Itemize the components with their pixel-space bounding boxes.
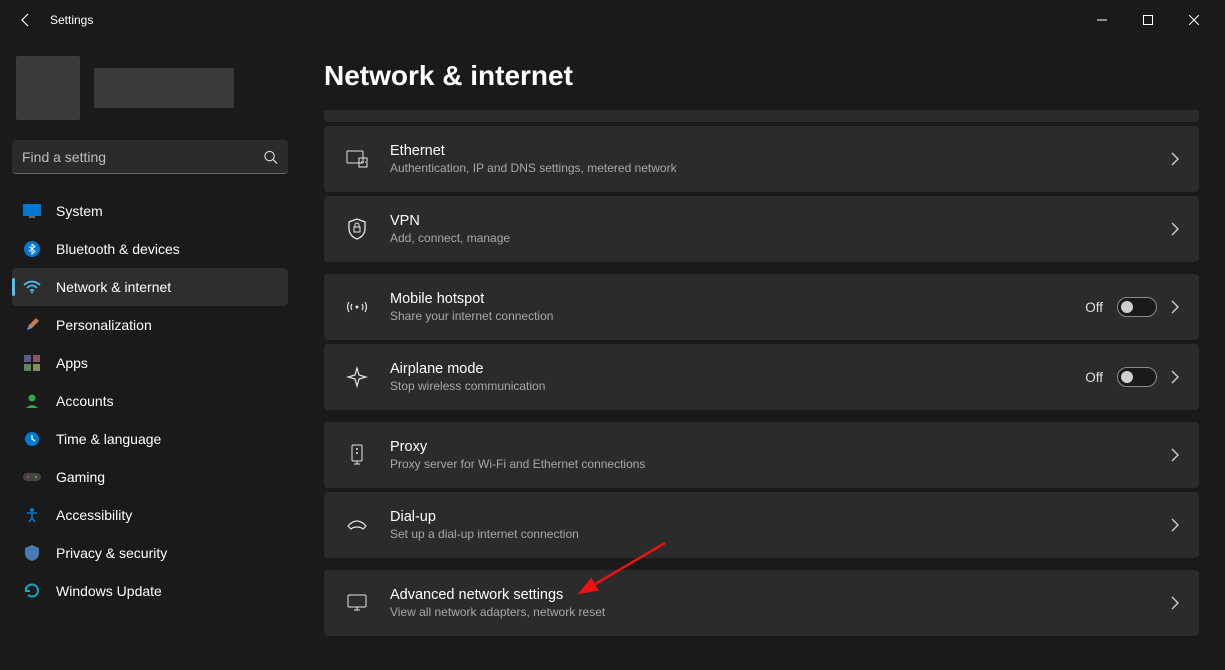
apps-icon <box>22 353 42 373</box>
computer-network-icon <box>344 590 370 616</box>
sidebar-item-label: Privacy & security <box>56 545 167 561</box>
arrow-left-icon <box>18 12 34 28</box>
maximize-button[interactable] <box>1125 4 1171 36</box>
card-subtitle: Set up a dial-up internet connection <box>390 527 1171 541</box>
titlebar: Settings <box>0 0 1225 40</box>
airplane-toggle[interactable] <box>1117 367 1157 387</box>
search-box[interactable] <box>12 140 288 174</box>
sidebar-item-windows-update[interactable]: Windows Update <box>12 572 288 610</box>
proxy-icon <box>344 442 370 468</box>
maximize-icon <box>1143 15 1153 25</box>
sidebar-item-label: Accounts <box>56 393 114 409</box>
sidebar-item-label: Accessibility <box>56 507 132 523</box>
sidebar-item-apps[interactable]: Apps <box>12 344 288 382</box>
update-icon <box>22 581 42 601</box>
sidebar-item-time-language[interactable]: Time & language <box>12 420 288 458</box>
card-title: VPN <box>390 213 1171 229</box>
monitor-icon <box>22 201 42 221</box>
sidebar-item-accounts[interactable]: Accounts <box>12 382 288 420</box>
hotspot-icon <box>344 294 370 320</box>
card-subtitle: Authentication, IP and DNS settings, met… <box>390 161 1171 175</box>
ethernet-icon <box>344 146 370 172</box>
sidebar-item-gaming[interactable]: Gaming <box>12 458 288 496</box>
card-advanced-network[interactable]: Advanced network settings View all netwo… <box>324 570 1199 636</box>
card-airplane-mode[interactable]: Airplane mode Stop wireless communicatio… <box>324 344 1199 410</box>
chevron-right-icon <box>1171 370 1179 384</box>
nav-list: System Bluetooth & devices Network & int… <box>12 192 288 610</box>
sidebar-item-personalization[interactable]: Personalization <box>12 306 288 344</box>
card-subtitle: View all network adapters, network reset <box>390 605 1171 619</box>
sidebar-item-label: Time & language <box>56 431 161 447</box>
minimize-icon <box>1097 15 1107 25</box>
card-dialup[interactable]: Dial-up Set up a dial-up internet connec… <box>324 492 1199 558</box>
card-subtitle: Stop wireless communication <box>390 379 1085 393</box>
user-name-redacted <box>94 68 234 108</box>
card-subtitle: Add, connect, manage <box>390 231 1171 245</box>
shield-lock-icon <box>344 216 370 242</box>
phone-icon <box>344 512 370 538</box>
card-title: Ethernet <box>390 143 1171 159</box>
minimize-button[interactable] <box>1079 4 1125 36</box>
sidebar: System Bluetooth & devices Network & int… <box>0 40 300 670</box>
sidebar-item-label: Gaming <box>56 469 105 485</box>
clock-globe-icon <box>22 429 42 449</box>
paintbrush-icon <box>22 315 42 335</box>
close-icon <box>1189 15 1199 25</box>
person-icon <box>22 391 42 411</box>
card-title: Dial-up <box>390 509 1171 525</box>
hotspot-toggle[interactable] <box>1117 297 1157 317</box>
sidebar-item-label: Network & internet <box>56 279 171 295</box>
sidebar-item-label: Windows Update <box>56 583 162 599</box>
page-title: Network & internet <box>324 60 1199 92</box>
card-vpn[interactable]: VPN Add, connect, manage <box>324 196 1199 262</box>
sidebar-item-label: System <box>56 203 103 219</box>
card-subtitle: Proxy server for Wi-Fi and Ethernet conn… <box>390 457 1171 471</box>
user-block[interactable] <box>12 50 288 140</box>
sidebar-item-label: Apps <box>56 355 88 371</box>
sidebar-item-network[interactable]: Network & internet <box>12 268 288 306</box>
chevron-right-icon <box>1171 596 1179 610</box>
card-title: Proxy <box>390 439 1171 455</box>
main-content: Network & internet Ethernet Authenticati… <box>300 40 1225 670</box>
card-partial-top <box>324 110 1199 122</box>
sidebar-item-privacy[interactable]: Privacy & security <box>12 534 288 572</box>
toggle-label: Off <box>1085 300 1103 315</box>
sidebar-item-label: Personalization <box>56 317 152 333</box>
close-button[interactable] <box>1171 4 1217 36</box>
gamepad-icon <box>22 467 42 487</box>
card-subtitle: Share your internet connection <box>390 309 1085 323</box>
card-title: Airplane mode <box>390 361 1085 377</box>
card-title: Advanced network settings <box>390 587 1171 603</box>
wifi-icon <box>22 277 42 297</box>
chevron-right-icon <box>1171 152 1179 166</box>
chevron-right-icon <box>1171 448 1179 462</box>
card-title: Mobile hotspot <box>390 291 1085 307</box>
search-icon <box>263 150 278 165</box>
shield-icon <box>22 543 42 563</box>
airplane-icon <box>344 364 370 390</box>
sidebar-item-system[interactable]: System <box>12 192 288 230</box>
accessibility-icon <box>22 505 42 525</box>
window-title: Settings <box>50 13 93 27</box>
card-ethernet[interactable]: Ethernet Authentication, IP and DNS sett… <box>324 126 1199 192</box>
sidebar-item-accessibility[interactable]: Accessibility <box>12 496 288 534</box>
toggle-label: Off <box>1085 370 1103 385</box>
card-proxy[interactable]: Proxy Proxy server for Wi-Fi and Etherne… <box>324 422 1199 488</box>
back-button[interactable] <box>16 10 36 30</box>
sidebar-item-bluetooth[interactable]: Bluetooth & devices <box>12 230 288 268</box>
chevron-right-icon <box>1171 222 1179 236</box>
avatar <box>16 56 80 120</box>
bluetooth-icon <box>22 239 42 259</box>
chevron-right-icon <box>1171 518 1179 532</box>
chevron-right-icon <box>1171 300 1179 314</box>
sidebar-item-label: Bluetooth & devices <box>56 241 180 257</box>
search-input[interactable] <box>12 140 288 174</box>
card-mobile-hotspot[interactable]: Mobile hotspot Share your internet conne… <box>324 274 1199 340</box>
